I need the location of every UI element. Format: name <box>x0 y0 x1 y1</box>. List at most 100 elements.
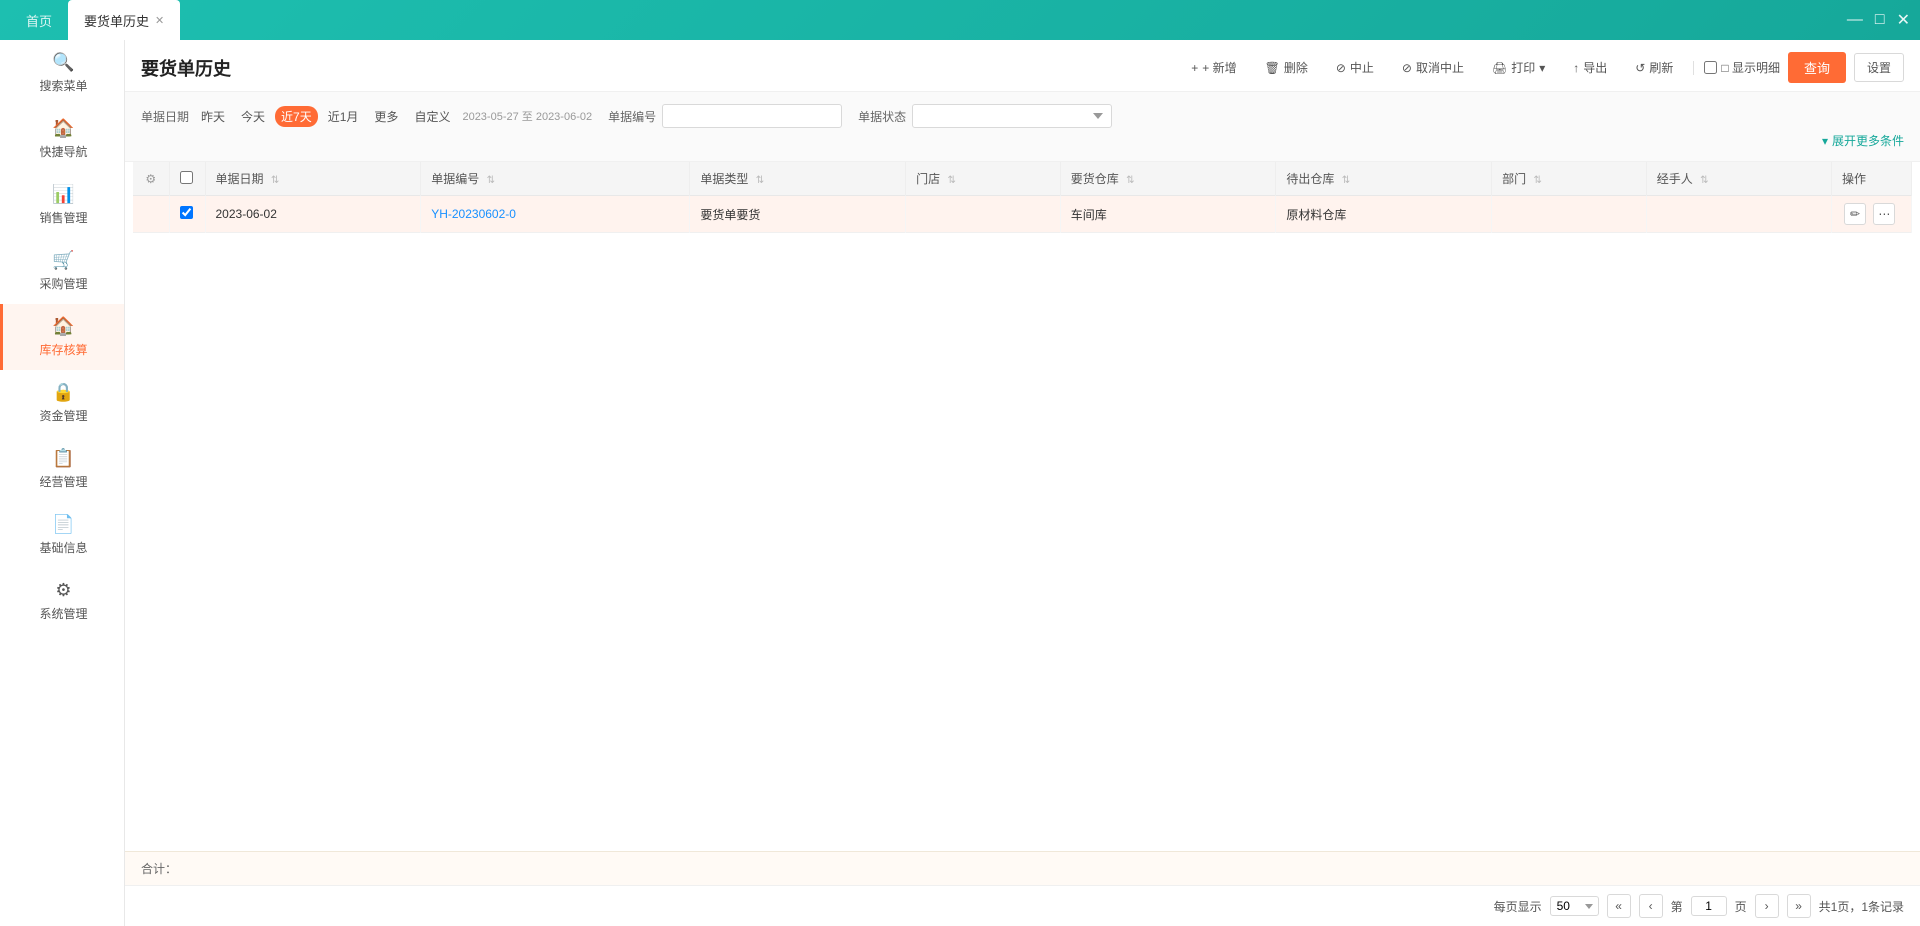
page-label: 第 <box>1671 898 1683 915</box>
date-shortcuts: 昨天 今天 近7天 近1月 更多 自定义 <box>195 106 456 127</box>
top-bar: 首页 要货单历史 ✕ — □ ✕ <box>0 0 1920 40</box>
doc-no-link[interactable]: YH-20230602-0 <box>431 207 516 221</box>
shortcut-today[interactable]: 今天 <box>235 106 271 127</box>
tab-home-label: 首页 <box>26 11 52 30</box>
page-number-input[interactable] <box>1691 896 1727 916</box>
sidebar-label-purchase: 采购管理 <box>39 275 87 292</box>
select-all-checkbox[interactable] <box>180 171 193 184</box>
col-doc-type[interactable]: 单据类型 ⇅ <box>690 162 906 196</box>
sidebar-item-system-mgmt[interactable]: ⚙ 系统管理 <box>0 568 124 634</box>
export-button[interactable]: ↑ 导出 <box>1563 54 1617 81</box>
stop-icon: ⊘ <box>1336 61 1346 75</box>
sidebar-item-search-menu[interactable]: 🔍 搜索菜单 <box>0 40 124 106</box>
sidebar-label-quick-nav: 快捷导航 <box>39 143 87 160</box>
sort-icon-doc-date: ⇅ <box>271 175 279 186</box>
prev-page-button[interactable]: ‹ <box>1639 894 1663 918</box>
sidebar-label-fund: 资金管理 <box>39 407 87 424</box>
shortcut-custom[interactable]: 自定义 <box>408 106 456 127</box>
sort-icon-req-wh: ⇅ <box>1126 175 1134 186</box>
col-req-warehouse[interactable]: 要货仓库 ⇅ <box>1060 162 1276 196</box>
tab-close-icon[interactable]: ✕ <box>155 14 164 27</box>
col-operation: 操作 <box>1832 162 1912 196</box>
refresh-label: 刷新 <box>1649 59 1673 76</box>
shortcut-more[interactable]: 更多 <box>368 106 404 127</box>
print-label: 打印 <box>1511 59 1535 76</box>
filter-row-2: ▾ 展开更多条件 <box>141 132 1904 149</box>
tab-requisition-history[interactable]: 要货单历史 ✕ <box>68 0 180 40</box>
sidebar-item-basic-info[interactable]: 📄 基础信息 <box>0 502 124 568</box>
sidebar-item-fund-mgmt[interactable]: 🔒 资金管理 <box>0 370 124 436</box>
sidebar-item-sales-mgmt[interactable]: 📊 销售管理 <box>0 172 124 238</box>
sidebar: 🔍 搜索菜单 🏠 快捷导航 📊 销售管理 🛒 采购管理 🏠 库存核算 🔒 资金管… <box>0 40 125 926</box>
next-page-button[interactable]: › <box>1755 894 1779 918</box>
cancel-stop-button[interactable]: ⊘ 取消中止 <box>1392 54 1474 81</box>
refresh-button[interactable]: ↺ 刷新 <box>1625 54 1683 81</box>
print-button[interactable]: 🖨 打印 ▾ <box>1482 54 1555 81</box>
settings-button[interactable]: 设置 <box>1854 53 1904 82</box>
sidebar-item-quick-nav[interactable]: 🏠 快捷导航 <box>0 106 124 172</box>
sort-icon-handler: ⇅ <box>1700 175 1708 186</box>
pagination-bar: 每页显示 20 50 100 200 « ‹ 第 页 › » 共1页，1条记录 <box>125 885 1920 926</box>
status-select[interactable] <box>912 104 1112 128</box>
sidebar-label-search-menu: 搜索菜单 <box>39 77 87 94</box>
date-filter-label: 单据日期 <box>141 108 189 125</box>
col-handler[interactable]: 经手人 ⇅ <box>1646 162 1831 196</box>
sort-icon-doc-type: ⇅ <box>756 175 764 186</box>
last-page-button[interactable]: » <box>1787 894 1811 918</box>
query-button[interactable]: 查询 <box>1788 52 1846 83</box>
basic-info-icon: 📄 <box>52 514 74 535</box>
stop-label: 中止 <box>1350 59 1374 76</box>
minimize-icon[interactable]: — <box>1847 11 1863 29</box>
row-more-icon[interactable]: ⋯ <box>1873 203 1895 225</box>
new-button[interactable]: + + 新增 <box>1181 54 1246 81</box>
col-dept[interactable]: 部门 ⇅ <box>1492 162 1647 196</box>
page-title: 要货单历史 <box>141 55 231 81</box>
row-operation: ✏ ⋯ <box>1832 196 1912 233</box>
delete-button[interactable]: 🗑 删除 <box>1255 54 1318 81</box>
display-cell-checkbox[interactable] <box>1704 61 1717 74</box>
shortcut-7days[interactable]: 近7天 <box>275 106 318 127</box>
page-suffix: 页 <box>1735 898 1747 915</box>
display-cell-label: □ 显示明细 <box>1721 59 1780 76</box>
display-cell-toggle[interactable]: □ 显示明细 <box>1704 59 1780 76</box>
col-doc-date[interactable]: 单据日期 ⇅ <box>205 162 421 196</box>
page-size-select[interactable]: 20 50 100 200 <box>1550 896 1599 916</box>
sort-icon-dept: ⇅ <box>1534 175 1542 186</box>
col-doc-no[interactable]: 单据编号 ⇅ <box>421 162 690 196</box>
row-select-checkbox[interactable] <box>180 206 193 219</box>
cancel-stop-label: 取消中止 <box>1416 59 1464 76</box>
quick-nav-icon: 🏠 <box>52 118 74 139</box>
col-pending-warehouse[interactable]: 待出仓库 ⇅ <box>1276 162 1492 196</box>
print-icon: 🖨 <box>1492 61 1507 75</box>
first-page-button[interactable]: « <box>1607 894 1631 918</box>
col-checkbox <box>169 162 205 196</box>
shortcut-1month[interactable]: 近1月 <box>322 106 365 127</box>
sidebar-item-purchase-mgmt[interactable]: 🛒 采购管理 <box>0 238 124 304</box>
header-actions: + + 新增 🗑 删除 ⊘ 中止 ⊘ 取消中止 🖨 打印 <box>1181 52 1904 83</box>
shortcut-yesterday[interactable]: 昨天 <box>195 106 231 127</box>
row-settings <box>133 196 169 233</box>
status-label: 单据状态 <box>858 108 906 125</box>
col-store[interactable]: 门店 ⇅ <box>906 162 1061 196</box>
table-row: 2023-06-02 YH-20230602-0 要货单要货 车间库 原材料仓库… <box>133 196 1912 233</box>
ops-icon: 📋 <box>52 448 74 469</box>
stop-button[interactable]: ⊘ 中止 <box>1326 54 1384 81</box>
expand-button[interactable]: ▾ 展开更多条件 <box>1822 132 1904 149</box>
fund-icon: 🔒 <box>52 382 74 403</box>
row-checkbox <box>169 196 205 233</box>
sidebar-item-inventory-calc[interactable]: 🏠 库存核算 <box>0 304 124 370</box>
close-window-icon[interactable]: ✕ <box>1897 10 1910 30</box>
tab-bar: 首页 要货单历史 ✕ <box>10 0 1847 40</box>
row-edit-icon[interactable]: ✏ <box>1844 203 1866 225</box>
docno-label: 单据编号 <box>608 108 656 125</box>
row-dept <box>1492 196 1647 233</box>
docno-input[interactable] <box>662 104 842 128</box>
tab-home[interactable]: 首页 <box>10 0 68 40</box>
total-records-label: 共1页，1条记录 <box>1819 898 1904 915</box>
maximize-icon[interactable]: □ <box>1875 11 1885 29</box>
status-filter-group: 单据状态 <box>858 104 1112 128</box>
sidebar-item-ops-mgmt[interactable]: 📋 经营管理 <box>0 436 124 502</box>
table-header-row: ⚙ 单据日期 ⇅ 单据编号 ⇅ 单据类型 <box>133 162 1912 196</box>
row-doc-date: 2023-06-02 <box>205 196 421 233</box>
col-settings[interactable]: ⚙ <box>133 162 169 196</box>
